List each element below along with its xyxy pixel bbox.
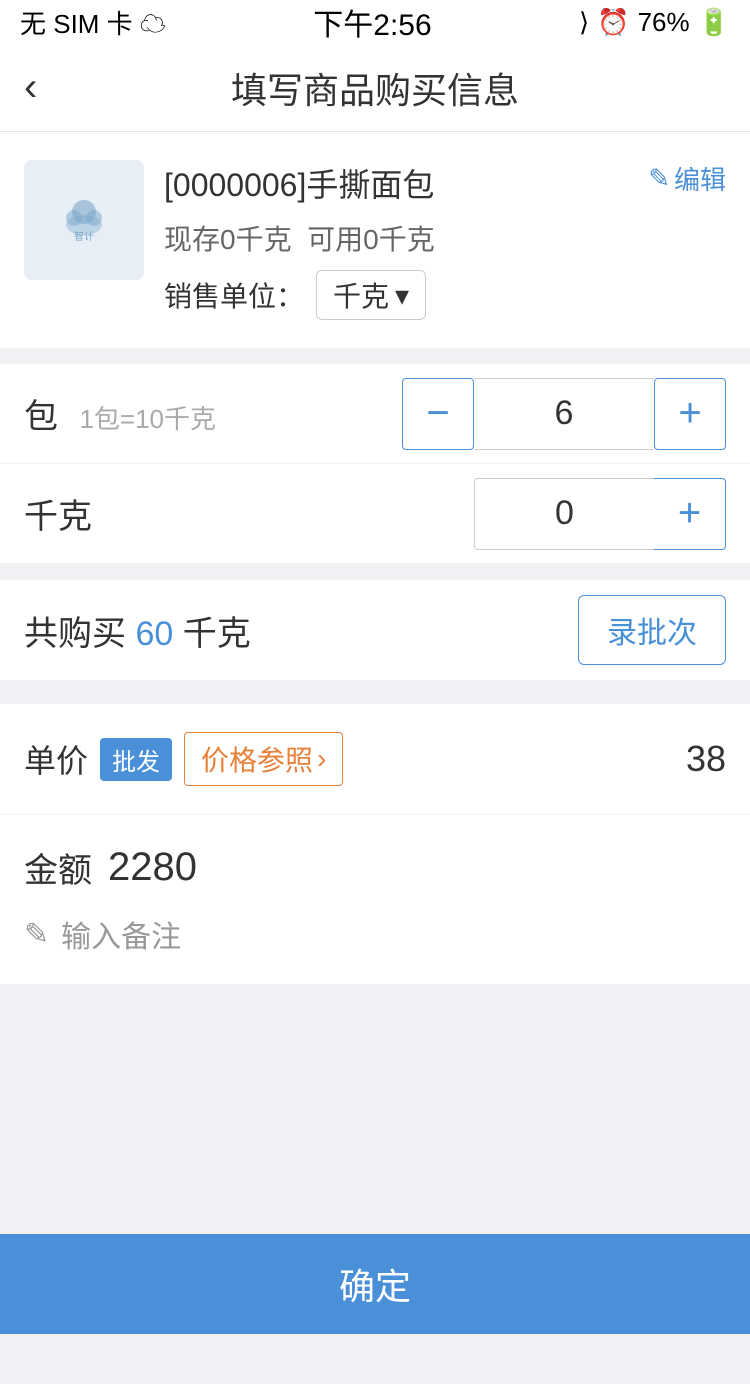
- status-left: 无 SIM 卡 ☁: [20, 4, 166, 41]
- quantity-hint-bao: 1包=10千克: [79, 404, 216, 434]
- alarm-icon: ⏰: [597, 7, 629, 38]
- battery-text: 76%: [638, 7, 690, 38]
- quantity-label-kg: 千克: [24, 489, 474, 538]
- quantity-section: 包 1包=10千克 − + 千克 +: [0, 364, 750, 564]
- batch-button[interactable]: 录批次: [578, 595, 726, 665]
- signal-text: 无 SIM 卡 ☁: [20, 4, 166, 41]
- quantity-label-bao: 包 1包=10千克: [24, 389, 402, 438]
- pencil-icon: ✎: [24, 917, 49, 952]
- price-value: 38: [686, 738, 726, 780]
- remark-text: 输入备注: [61, 912, 181, 956]
- location-icon: ⟩: [579, 7, 589, 38]
- nav-bar: ‹ 填写商品购买信息: [0, 44, 750, 132]
- battery-icon: 🔋: [698, 7, 730, 38]
- product-unit: 销售单位： 千克 ▾: [164, 270, 726, 320]
- amount-value: 2280: [108, 845, 197, 890]
- confirm-bar[interactable]: 确定: [0, 1234, 750, 1334]
- increment-bao-button[interactable]: +: [654, 378, 726, 450]
- remark-row[interactable]: ✎ 输入备注: [24, 912, 726, 956]
- edit-button[interactable]: ✎ 编辑: [648, 160, 726, 197]
- price-left: 单价 批发 价格参照 ›: [24, 732, 343, 786]
- price-label: 单价: [24, 736, 88, 782]
- quantity-row-bao: 包 1包=10千克 − +: [0, 364, 750, 464]
- quantity-input-bao[interactable]: [474, 378, 654, 450]
- status-bar: 无 SIM 卡 ☁ 下午2:56 ⟩ ⏰ 76% 🔋: [0, 0, 750, 44]
- status-time: 下午2:56: [313, 0, 431, 44]
- amount-row: 金额 2280: [24, 843, 726, 892]
- quantity-controls-kg: +: [474, 478, 726, 550]
- dropdown-arrow-icon: ▾: [395, 279, 409, 312]
- product-info: [0000006]手撕面包 现存0千克 可用0千克 销售单位： 千克 ▾: [164, 160, 726, 320]
- amount-label: 金额: [24, 843, 92, 892]
- unit-dropdown[interactable]: 千克 ▾: [316, 270, 426, 320]
- total-text: 共购买 60 千克: [24, 606, 251, 655]
- decrement-bao-button[interactable]: −: [402, 378, 474, 450]
- confirm-button[interactable]: 确定: [339, 1258, 411, 1310]
- quantity-controls-bao: − +: [402, 378, 726, 450]
- increment-kg-button[interactable]: +: [654, 478, 726, 550]
- price-type-tag: 批发: [100, 738, 172, 781]
- price-ref-arrow-icon: ›: [317, 743, 326, 775]
- price-section: 单价 批发 价格参照 › 38: [0, 696, 750, 814]
- status-right: ⟩ ⏰ 76% 🔋: [579, 7, 730, 38]
- amount-section: 金额 2280 ✎ 输入备注: [0, 814, 750, 984]
- back-button[interactable]: ‹: [24, 65, 37, 110]
- product-image: 智计: [24, 160, 144, 280]
- price-row: 单价 批发 价格参照 › 38: [24, 732, 726, 786]
- edit-icon: ✎: [648, 163, 670, 194]
- quantity-input-kg[interactable]: [474, 478, 654, 550]
- total-section: 共购买 60 千克 录批次: [0, 580, 750, 680]
- svg-text:智计: 智计: [74, 230, 94, 243]
- product-card: 智计 [0000006]手撕面包 现存0千克 可用0千克 销售单位： 千克 ▾ …: [0, 132, 750, 348]
- price-ref-button[interactable]: 价格参照 ›: [184, 732, 343, 786]
- page-title: 填写商品购买信息: [231, 62, 519, 114]
- product-name: [0000006]手撕面包: [164, 160, 726, 206]
- product-stock: 现存0千克 可用0千克: [164, 218, 726, 258]
- quantity-row-kg: 千克 +: [0, 464, 750, 564]
- total-amount: 60: [135, 615, 182, 653]
